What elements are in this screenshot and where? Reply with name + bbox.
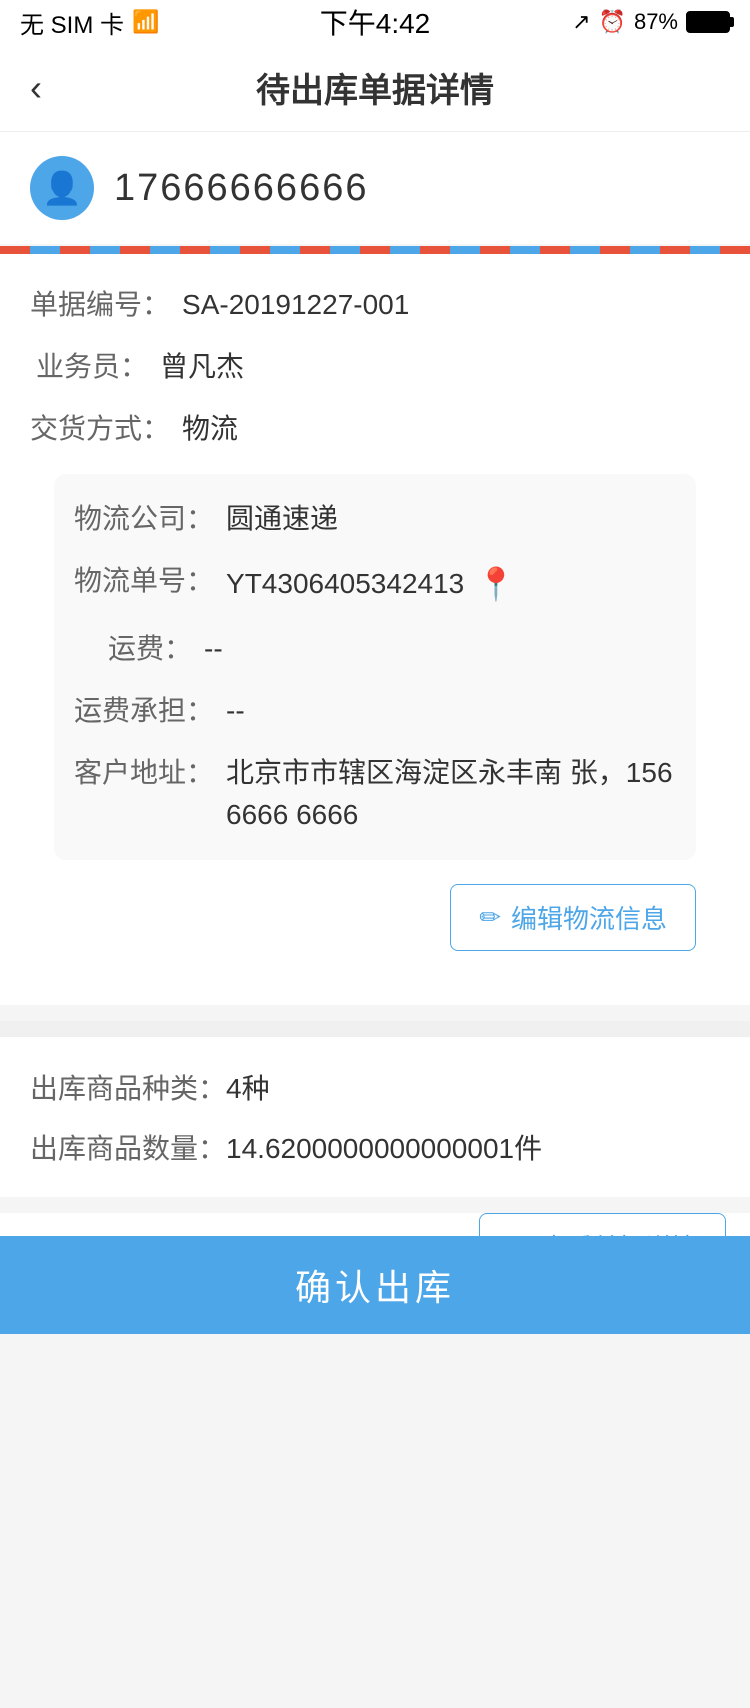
freight-row: 运费： -- [74, 628, 676, 670]
freight-bear-value: -- [226, 690, 676, 732]
dashed-separator [0, 246, 750, 254]
alarm-icon: ⏰ [599, 9, 626, 35]
logistics-tracking-label: 物流单号： [74, 560, 226, 602]
edit-btn-label: 编辑物流信息 [511, 899, 667, 936]
order-info-section: 单据编号： SA-20191227-001 业务员： 曾凡杰 交货方式： 物流 … [0, 254, 750, 1005]
logistics-card: 物流公司： 圆通速递 物流单号： YT43064053424​13 📍 运费： … [54, 474, 696, 860]
location-status-icon: ↗ [572, 9, 590, 35]
confirm-button[interactable]: 确认出库 [0, 1236, 750, 1334]
logistics-tracking-row: 物流单号： YT43064053424​13 📍 [74, 560, 676, 608]
goods-type-value: 4种 [226, 1067, 270, 1107]
delivery-method-row: 交货方式： 物流 [30, 408, 720, 450]
page-title: 待出库单据详情 [256, 63, 494, 112]
avatar-icon: 👤 [42, 169, 82, 207]
status-right: ↗ ⏰ 87% [572, 9, 730, 35]
status-time: 下午4:42 [320, 2, 431, 42]
avatar: 👤 [30, 156, 94, 220]
carrier-label: 无 SIM 卡 [20, 5, 124, 40]
address-label: 客户地址： [74, 752, 226, 794]
goods-type-row: 出库商品种类： 4种 [30, 1067, 720, 1107]
order-no-label: 单据编号： [30, 284, 182, 326]
logistics-company-label: 物流公司： [74, 498, 226, 540]
logistics-tracking-value: YT43064053424​13 📍 [226, 560, 676, 608]
battery-percent: 87% [634, 9, 678, 35]
status-bar: 无 SIM 卡 📶 下午4:42 ↗ ⏰ 87% [0, 0, 750, 44]
nav-bar: ‹ 待出库单据详情 [0, 44, 750, 132]
goods-quantity-label: 出库商品数量： [30, 1127, 226, 1167]
edit-logistics-button[interactable]: ✏ 编辑物流信息 [450, 884, 696, 951]
section-divider [0, 1021, 750, 1037]
address-value: 北京市市辖区海淀区永丰南 张，156 6666 6666 [226, 752, 676, 836]
customer-phone: 17666666666 [114, 167, 368, 210]
goods-quantity-row: 出库商品数量： 14.62000000000000​01件 [30, 1127, 720, 1167]
salesman-label: 业务员： [30, 346, 160, 388]
edit-btn-row: ✏ 编辑物流信息 [30, 860, 720, 975]
freight-label: 运费： [74, 628, 204, 670]
order-no-value: SA-20191227-001 [182, 284, 720, 326]
tracking-location-icon[interactable]: 📍 [476, 560, 516, 608]
freight-bear-row: 运费承担： -- [74, 690, 676, 732]
freight-value: -- [204, 628, 676, 670]
wifi-icon: 📶 [132, 9, 159, 35]
status-left: 无 SIM 卡 📶 [20, 5, 159, 40]
order-no-row: 单据编号： SA-20191227-001 [30, 284, 720, 326]
freight-bear-label: 运费承担： [74, 690, 226, 732]
goods-quantity-value: 14.62000000000000​01件 [226, 1127, 542, 1167]
salesman-value: 曾凡杰 [160, 346, 720, 388]
delivery-method-value: 物流 [182, 408, 720, 450]
customer-header: 👤 17666666666 [0, 132, 750, 244]
delivery-method-label: 交货方式： [30, 408, 182, 450]
salesman-row: 业务员： 曾凡杰 [30, 346, 720, 388]
confirm-btn-label: 确认出库 [295, 1259, 455, 1311]
logistics-company-value: 圆通速递 [226, 498, 676, 540]
edit-icon: ✏ [479, 902, 501, 933]
goods-type-label: 出库商品种类： [30, 1067, 226, 1107]
logistics-company-row: 物流公司： 圆通速递 [74, 498, 676, 540]
empty-space [0, 1310, 750, 1610]
address-row: 客户地址： 北京市市辖区海淀区永丰南 张，156 6666 6666 [74, 752, 676, 836]
goods-section: 出库商品种类： 4种 出库商品数量： 14.62000000000000​01件 [0, 1037, 750, 1197]
battery-icon [686, 11, 730, 33]
back-button[interactable]: ‹ [30, 67, 42, 109]
